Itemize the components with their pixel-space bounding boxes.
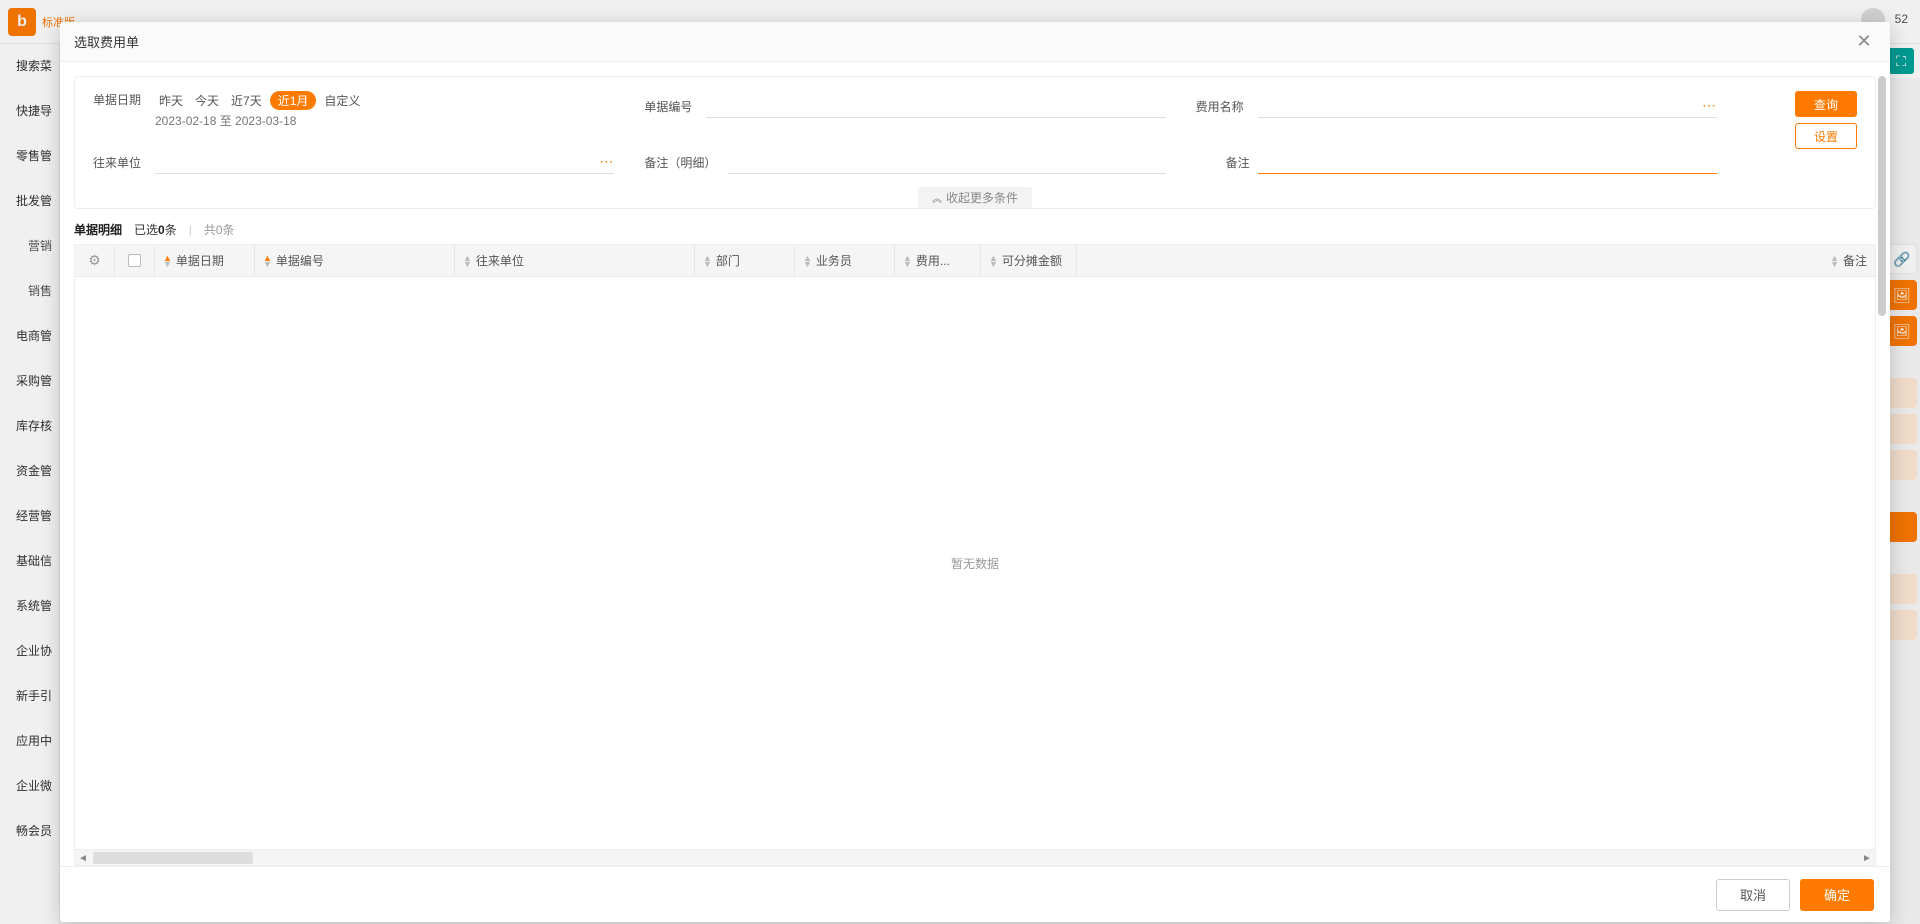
chevron-up-icon: ︽ — [932, 190, 942, 205]
remark-detail-input[interactable] — [728, 150, 1165, 174]
column-partner[interactable]: ▲▼ 往来单位 — [455, 245, 695, 276]
confirm-button[interactable]: 确定 — [1800, 879, 1874, 911]
horizontal-scrollbar[interactable]: ◄ ► — [75, 849, 1875, 865]
sort-icon[interactable]: ▲▼ — [703, 255, 712, 267]
collapse-label: 收起更多条件 — [946, 189, 1018, 206]
column-date[interactable]: ▲▼ 单据日期 — [155, 245, 255, 276]
fee-name-input[interactable] — [1258, 94, 1717, 118]
filter-fee-name-label: 费用名称 — [1196, 98, 1258, 115]
scroll-thumb[interactable] — [93, 852, 253, 864]
body-scrollbar[interactable] — [1878, 76, 1886, 866]
filter-remark-detail: 备注（明细） — [644, 147, 1165, 177]
scroll-left-icon[interactable]: ◄ — [75, 850, 91, 866]
list-meta: 单据明细 已选0条 | 共0条 — [74, 221, 1876, 238]
selected-count: 已选0条 — [134, 221, 177, 238]
sort-icon[interactable]: ▲▼ — [163, 255, 172, 267]
column-fee[interactable]: ▲▼ 费用... — [895, 245, 981, 276]
remark-input[interactable] — [1258, 150, 1717, 174]
column-cb[interactable] — [115, 245, 155, 276]
filter-grid: 单据日期 昨天今天近7天近1月自定义 2023-02-18 至 2023-03-… — [93, 91, 1857, 177]
filter-doc-no: 单据编号 — [644, 91, 1165, 121]
date-range-text: 2023-02-18 至 2023-03-18 — [155, 112, 614, 129]
column-amt[interactable]: ▲▼ 可分摊金额 — [981, 245, 1077, 276]
column-label: 可分摊金额 — [1002, 252, 1062, 269]
modal: 选取费用单 ✕ 单据日期 昨天今天近7天近1月自定义 2023-02-18 至 … — [60, 22, 1890, 922]
column-remark[interactable]: ▲▼ 备注 — [1077, 245, 1875, 276]
column-label: 单据编号 — [276, 252, 324, 269]
date-option-0[interactable]: 昨天 — [155, 92, 187, 109]
meta-divider: | — [189, 223, 192, 237]
date-option-4[interactable]: 自定义 — [320, 92, 364, 109]
sort-icon[interactable]: ▲▼ — [263, 255, 272, 267]
column-label: 往来单位 — [476, 252, 524, 269]
doc-no-input[interactable] — [706, 94, 1165, 118]
date-option-1[interactable]: 今天 — [191, 92, 223, 109]
total-count: 共0条 — [204, 221, 235, 238]
column-label: 业务员 — [816, 252, 852, 269]
modal-header: 选取费用单 ✕ — [60, 22, 1890, 62]
sort-icon[interactable]: ▲▼ — [903, 255, 912, 267]
gear-icon[interactable]: ⚙ — [88, 252, 101, 269]
sort-icon[interactable]: ▲▼ — [1830, 255, 1839, 267]
collapse-toggle[interactable]: ︽ 收起更多条件 — [918, 187, 1032, 208]
sort-icon[interactable]: ▲▼ — [989, 255, 998, 267]
select-all-checkbox[interactable] — [128, 254, 141, 267]
column-clerk[interactable]: ▲▼ 业务员 — [795, 245, 895, 276]
filter-date: 单据日期 昨天今天近7天近1月自定义 2023-02-18 至 2023-03-… — [93, 91, 614, 129]
column-dept[interactable]: ▲▼ 部门 — [695, 245, 795, 276]
filter-remark: 备注 — [1196, 147, 1717, 177]
search-button[interactable]: 查询 — [1795, 91, 1857, 117]
date-quick-options: 昨天今天近7天近1月自定义 — [155, 91, 614, 110]
filter-remark-detail-label: 备注（明细） — [644, 154, 728, 171]
filter-date-label: 单据日期 — [93, 91, 155, 108]
collapse-bar: ︽ 收起更多条件 — [93, 187, 1857, 208]
list-title: 单据明细 — [74, 221, 122, 238]
table-header: ⚙ ▲▼ 单据日期 ▲▼ 单据编号 ▲▼ 往来单位 ▲▼ 部门 ▲▼ 业务员 ▲▼ 费用... ▲▼ 可分摊… — [75, 245, 1875, 277]
modal-body: 单据日期 昨天今天近7天近1月自定义 2023-02-18 至 2023-03-… — [60, 62, 1890, 866]
table-body: 暂无数据 — [75, 277, 1875, 849]
filter-partner-label: 往来单位 — [93, 154, 155, 171]
column-label: 单据日期 — [176, 252, 224, 269]
scroll-right-icon[interactable]: ► — [1859, 850, 1875, 866]
column-gear[interactable]: ⚙ — [75, 245, 115, 276]
column-label: 费用... — [916, 252, 950, 269]
filter-doc-no-label: 单据编号 — [644, 98, 706, 115]
column-label: 备注 — [1843, 252, 1867, 269]
settings-button[interactable]: 设置 — [1795, 123, 1857, 149]
column-label: 部门 — [716, 252, 740, 269]
sort-icon[interactable]: ▲▼ — [803, 255, 812, 267]
filter-fee-name: 费用名称 ⋯ — [1196, 91, 1717, 121]
partner-input[interactable] — [155, 150, 614, 174]
column-no[interactable]: ▲▼ 单据编号 — [255, 245, 455, 276]
modal-title: 选取费用单 — [74, 32, 139, 51]
date-option-2[interactable]: 近7天 — [227, 92, 266, 109]
table: ⚙ ▲▼ 单据日期 ▲▼ 单据编号 ▲▼ 往来单位 ▲▼ 部门 ▲▼ 业务员 ▲▼ 费用... ▲▼ 可分摊… — [74, 244, 1876, 866]
filter-actions: 查询 设置 — [1747, 91, 1857, 149]
cancel-button[interactable]: 取消 — [1716, 879, 1790, 911]
filter-card: 单据日期 昨天今天近7天近1月自定义 2023-02-18 至 2023-03-… — [74, 76, 1876, 209]
close-icon[interactable]: ✕ — [1852, 31, 1876, 52]
filter-partner: 往来单位 ⋯ — [93, 147, 614, 177]
empty-state: 暂无数据 — [75, 277, 1875, 849]
fee-name-picker-icon[interactable]: ⋯ — [1702, 97, 1717, 114]
sort-icon[interactable]: ▲▼ — [463, 255, 472, 267]
filter-remark-label: 备注 — [1196, 154, 1258, 171]
partner-picker-icon[interactable]: ⋯ — [599, 153, 614, 170]
modal-footer: 取消 确定 — [60, 866, 1890, 922]
date-option-3[interactable]: 近1月 — [270, 91, 317, 110]
